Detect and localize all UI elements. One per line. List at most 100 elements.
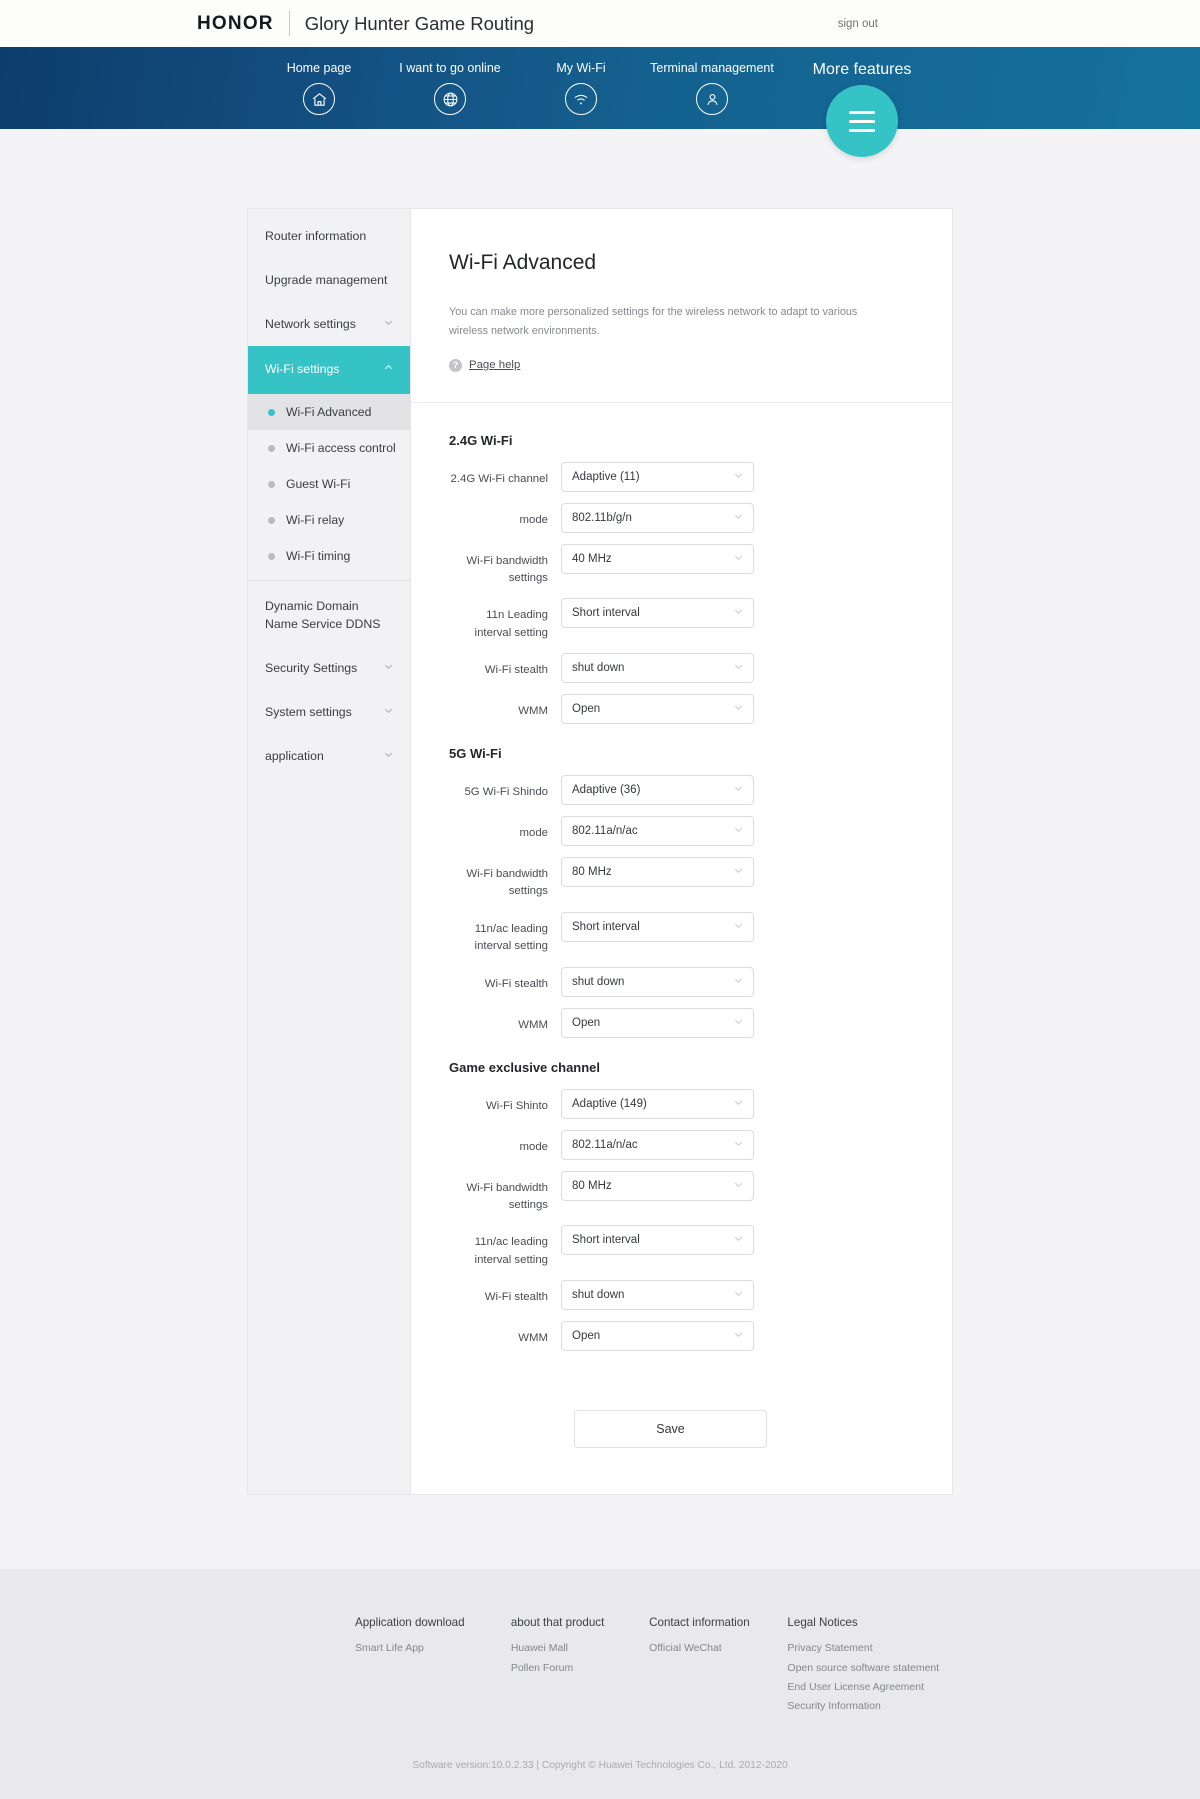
- copyright-text: Software version:10.0.2.33 | Copyright ©…: [412, 1760, 788, 1772]
- nav-label: My Wi-Fi: [556, 61, 606, 75]
- brand: HONOR Glory Hunter Game Routing: [197, 11, 534, 36]
- sidebar-item-wifi-access-control[interactable]: Wi-Fi access control: [248, 430, 410, 466]
- hamburger-icon[interactable]: [826, 85, 898, 157]
- select-value: 80 MHz: [572, 866, 612, 879]
- select-value: 80 MHz: [572, 1179, 612, 1192]
- sidebar-item-guest-wifi[interactable]: Guest Wi-Fi: [248, 466, 410, 502]
- page-help-row[interactable]: ? Page help: [449, 358, 914, 372]
- select-5g-mode[interactable]: 802.11a/n/ac: [561, 816, 754, 847]
- sidebar-item-wifi-advanced[interactable]: Wi-Fi Advanced: [248, 394, 410, 431]
- form-row-2-4g-bandwidth: Wi-Fi bandwidth settings 40 MHz: [449, 543, 914, 587]
- footer-link[interactable]: Open source software statement: [787, 1661, 953, 1676]
- footer-link[interactable]: Privacy Statement: [787, 1641, 953, 1656]
- form-row-5g-mode: mode 802.11a/n/ac: [449, 816, 914, 847]
- chevron-down-icon: [733, 1329, 744, 1343]
- footer-link[interactable]: Pollen Forum: [511, 1661, 649, 1676]
- form-label: 11n/ac leading interval setting: [474, 922, 548, 953]
- select-game-wmm[interactable]: Open: [561, 1321, 754, 1352]
- sidebar-item-label: Network settings: [265, 316, 356, 331]
- select-5g-wmm[interactable]: Open: [561, 1007, 754, 1038]
- sidebar-item-label: application: [265, 748, 324, 763]
- form-label: 2.4G Wi-Fi channel: [450, 472, 549, 485]
- sidebar-item-ddns[interactable]: Dynamic Domain Name Service DDNS: [248, 585, 410, 647]
- nav-item-my-wifi[interactable]: My Wi-Fi: [525, 47, 637, 115]
- chevron-up-icon: [383, 361, 394, 379]
- sidebar-item-label: Wi-Fi timing: [286, 549, 351, 564]
- question-mark-icon: ?: [449, 358, 462, 372]
- sidebar: Router information Upgrade management Ne…: [248, 209, 411, 1495]
- select-game-bandwidth[interactable]: 80 MHz: [561, 1170, 754, 1201]
- chevron-down-icon: [733, 975, 744, 989]
- nav-item-terminal-management[interactable]: Terminal management: [637, 47, 787, 115]
- chevron-down-icon: [733, 552, 744, 566]
- form-row-5g-leading-interval: 11n/ac leading interval setting Short in…: [449, 911, 914, 956]
- chevron-down-icon: [733, 1179, 744, 1193]
- select-2-4g-mode[interactable]: 802.11b/g/n: [561, 502, 754, 533]
- nav-item-go-online[interactable]: I want to go online: [375, 47, 525, 115]
- footer-link[interactable]: Huawei Mall: [511, 1641, 649, 1656]
- bullet-icon: [268, 516, 275, 524]
- chevron-down-icon: [733, 606, 744, 620]
- select-game-stealth[interactable]: shut down: [561, 1280, 754, 1311]
- select-5g-bandwidth[interactable]: 80 MHz: [561, 857, 754, 888]
- chevron-down-icon: [733, 1233, 744, 1247]
- select-2-4g-stealth[interactable]: shut down: [561, 653, 754, 684]
- sidebar-item-label: Security Settings: [265, 660, 358, 675]
- section-title: 2.4G Wi-Fi: [449, 432, 513, 448]
- select-2-4g-bandwidth[interactable]: 40 MHz: [561, 543, 754, 574]
- globe-icon: [434, 83, 466, 115]
- sidebar-item-wifi-timing[interactable]: Wi-Fi timing: [248, 538, 410, 574]
- chevron-down-icon: [733, 1138, 744, 1152]
- footer-column-title: about that product: [510, 1616, 605, 1630]
- page-help-link[interactable]: Page help: [469, 359, 520, 371]
- nav-item-more-features[interactable]: More features: [787, 47, 937, 157]
- sidebar-item-wifi-relay[interactable]: Wi-Fi relay: [248, 502, 410, 538]
- footer-column-title: Legal Notices: [787, 1616, 858, 1630]
- sidebar-item-label: Guest Wi-Fi: [286, 477, 351, 492]
- select-2-4g-leading-interval[interactable]: Short interval: [561, 598, 754, 628]
- chevron-down-icon: [733, 470, 744, 484]
- sidebar-item-security-settings[interactable]: Security Settings: [248, 647, 410, 691]
- form-row-5g-bandwidth: Wi-Fi bandwidth settings 80 MHz: [449, 857, 914, 900]
- page-title: Wi-Fi Advanced: [449, 251, 597, 274]
- select-5g-stealth[interactable]: shut down: [561, 966, 754, 997]
- select-2-4g-channel[interactable]: Adaptive (11): [561, 461, 754, 492]
- home-icon: [303, 83, 335, 115]
- select-5g-leading-interval[interactable]: Short interval: [561, 911, 754, 942]
- form-row-2-4g-channel: 2.4G Wi-Fi channel Adaptive (11): [449, 461, 914, 492]
- footer-link[interactable]: Security Information: [787, 1699, 953, 1714]
- form-row-game-wmm: WMM Open: [449, 1321, 914, 1352]
- wifi-icon: [565, 83, 597, 115]
- bullet-icon: [268, 480, 275, 488]
- footer-link[interactable]: End User License Agreement: [787, 1680, 953, 1695]
- sidebar-item-network-settings[interactable]: Network settings: [248, 303, 410, 347]
- section-title: 5G Wi-Fi: [449, 746, 502, 762]
- sidebar-item-router-information[interactable]: Router information: [248, 215, 410, 259]
- page-description: You can make more personalized settings …: [449, 306, 858, 337]
- bullet-icon: [268, 408, 275, 416]
- chevron-down-icon: [733, 920, 744, 934]
- footer-link[interactable]: Official WeChat: [649, 1641, 787, 1656]
- footer-link[interactable]: Smart Life App: [355, 1641, 511, 1656]
- select-5g-shindo[interactable]: Adaptive (36): [561, 775, 754, 806]
- save-button[interactable]: Save: [574, 1410, 767, 1449]
- sidebar-item-upgrade-management[interactable]: Upgrade management: [248, 259, 410, 303]
- sidebar-item-application[interactable]: application: [248, 735, 410, 779]
- nav-item-home[interactable]: Home page: [263, 47, 375, 115]
- select-game-shinto[interactable]: Adaptive (149): [561, 1088, 754, 1119]
- nav-label: I want to go online: [399, 61, 501, 75]
- sidebar-item-label: Wi-Fi relay: [286, 513, 345, 528]
- sidebar-item-wifi-settings[interactable]: Wi-Fi settings: [248, 346, 410, 395]
- form-label: 11n Leading interval setting: [474, 609, 548, 639]
- sidebar-item-label: Wi-Fi settings: [265, 362, 340, 377]
- form-label: mode: [519, 1140, 549, 1153]
- select-game-mode[interactable]: 802.11a/n/ac: [561, 1129, 754, 1160]
- select-value: shut down: [572, 1289, 625, 1302]
- select-2-4g-wmm[interactable]: Open: [561, 694, 754, 725]
- sign-out-link[interactable]: sign out: [838, 18, 878, 30]
- content-header: Wi-Fi Advanced You can make more persona…: [411, 209, 952, 403]
- select-game-leading-interval[interactable]: Short interval: [561, 1225, 754, 1256]
- sidebar-item-system-settings[interactable]: System settings: [248, 691, 410, 735]
- brand-divider: [288, 11, 290, 36]
- honor-logo: HONOR: [197, 12, 274, 34]
